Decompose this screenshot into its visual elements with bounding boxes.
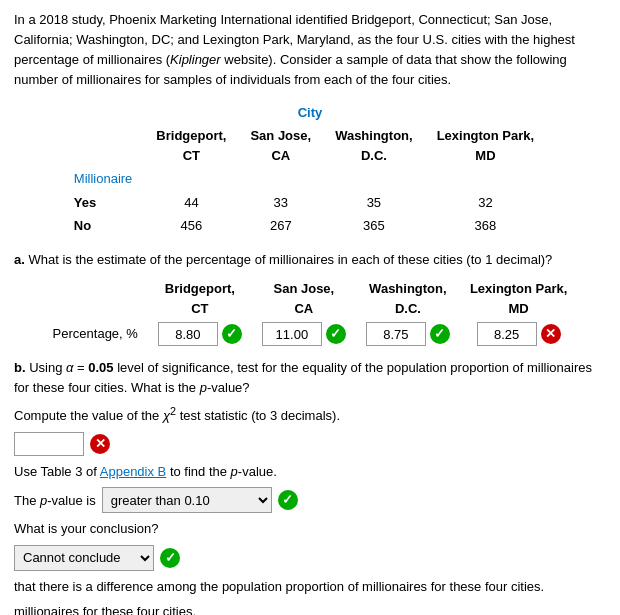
col-washington-header: Washington,D.C. — [323, 124, 425, 167]
pct-col-empty — [43, 277, 148, 320]
yes-sanjose: 33 — [238, 191, 323, 215]
millionaire-table: Bridgeport,CT San Jose,CA Washington,D.C… — [74, 124, 546, 238]
row-label-yes: Yes — [74, 191, 145, 215]
col-sanjose-header: San Jose,CA — [238, 124, 323, 167]
pct-washington-cell: ✓ — [356, 320, 460, 348]
pvalue-row: The p-value is less than 0.01 between 0.… — [14, 487, 606, 513]
pct-lexington-cell: ✕ — [460, 320, 578, 348]
pct-washington-input[interactable] — [366, 322, 426, 346]
question-a-section: a. What is the estimate of the percentag… — [14, 250, 606, 349]
no-bridgeport: 456 — [144, 214, 238, 238]
table-row-yes: Yes 44 33 35 32 — [74, 191, 546, 215]
pct-washington-input-group: ✓ — [366, 322, 450, 346]
pct-washington-check-icon: ✓ — [430, 324, 450, 344]
percentage-label: Percentage, % — [43, 320, 148, 348]
pct-sanjose-input[interactable] — [262, 322, 322, 346]
percentage-row: Percentage, % ✓ ✓ — [43, 320, 578, 348]
pvalue-line: Use Table 3 of Appendix B to find the p-… — [14, 462, 606, 482]
appendix-b-link[interactable]: Appendix B — [100, 464, 167, 479]
col-lexington-header: Lexington Park,MD — [425, 124, 547, 167]
no-washington: 365 — [323, 214, 425, 238]
pct-bridgeport-check-icon: ✓ — [222, 324, 242, 344]
millionaire-label: Millionaire — [74, 167, 145, 191]
intro-paragraph: In a 2018 study, Phoenix Marketing Inter… — [14, 10, 606, 91]
pct-bridgeport-cell: ✓ — [148, 320, 252, 348]
pct-lexington-x-icon: ✕ — [541, 324, 561, 344]
answer-table-wrapper: Bridgeport,CT San Jose,CA Washington,D.C… — [14, 277, 606, 348]
yes-washington: 35 — [323, 191, 425, 215]
chi-sq-x-icon: ✕ — [90, 434, 110, 454]
conclusion-select[interactable]: Cannot conclude We can conclude — [14, 545, 154, 571]
pct-bridgeport-input-group: ✓ — [158, 322, 242, 346]
conclusion-check-icon: ✓ — [160, 548, 180, 568]
pct-col-sanjose: San Jose,CA — [252, 277, 356, 320]
yes-lexington: 32 — [425, 191, 547, 215]
no-sanjose: 267 — [238, 214, 323, 238]
yes-bridgeport: 44 — [144, 191, 238, 215]
pct-sanjose-input-group: ✓ — [262, 322, 346, 346]
pct-bridgeport-input[interactable] — [158, 322, 218, 346]
percentage-answer-table: Bridgeport,CT San Jose,CA Washington,D.C… — [43, 277, 578, 348]
pvalue-label: The p-value is — [14, 491, 96, 511]
pct-lexington-input-group: ✕ — [477, 322, 561, 346]
pvalue-select[interactable]: less than 0.01 between 0.01 and 0.025 be… — [102, 487, 272, 513]
no-lexington: 368 — [425, 214, 547, 238]
conclusion-question: What is your conclusion? — [14, 519, 606, 539]
col-empty-header — [74, 124, 145, 167]
table-row-no: No 456 267 365 368 — [74, 214, 546, 238]
city-table-section: City Bridgeport,CT San Jose,CA Washingto… — [14, 103, 606, 238]
pvalue-check-icon: ✓ — [278, 490, 298, 510]
question-b-text: b. Using α = 0.05 level of significance,… — [14, 358, 606, 397]
conclusion-row: Cannot conclude We can conclude ✓ that t… — [14, 545, 606, 597]
chi-sq-row: ✕ — [14, 432, 606, 456]
conclusion-continuation: millionaires for these four cities. — [14, 602, 606, 615]
compute-text: Compute the value of the χ2 test statist… — [14, 403, 606, 426]
row-label-no: No — [74, 214, 145, 238]
pct-col-lexington: Lexington Park,MD — [460, 277, 578, 320]
pct-sanjose-cell: ✓ — [252, 320, 356, 348]
pct-sanjose-check-icon: ✓ — [326, 324, 346, 344]
chi-sq-input[interactable] — [14, 432, 84, 456]
pct-col-bridgeport: Bridgeport,CT — [148, 277, 252, 320]
pct-lexington-input[interactable] — [477, 322, 537, 346]
col-bridgeport-header: Bridgeport,CT — [144, 124, 238, 167]
pct-col-washington: Washington,D.C. — [356, 277, 460, 320]
conclusion-text-after: that there is a difference among the pop… — [14, 577, 544, 597]
question-a-text: a. What is the estimate of the percentag… — [14, 250, 606, 270]
table-row-millionaire-label: Millionaire — [74, 167, 546, 191]
question-b-section: b. Using α = 0.05 level of significance,… — [14, 358, 606, 615]
city-header-label: City — [14, 103, 606, 123]
